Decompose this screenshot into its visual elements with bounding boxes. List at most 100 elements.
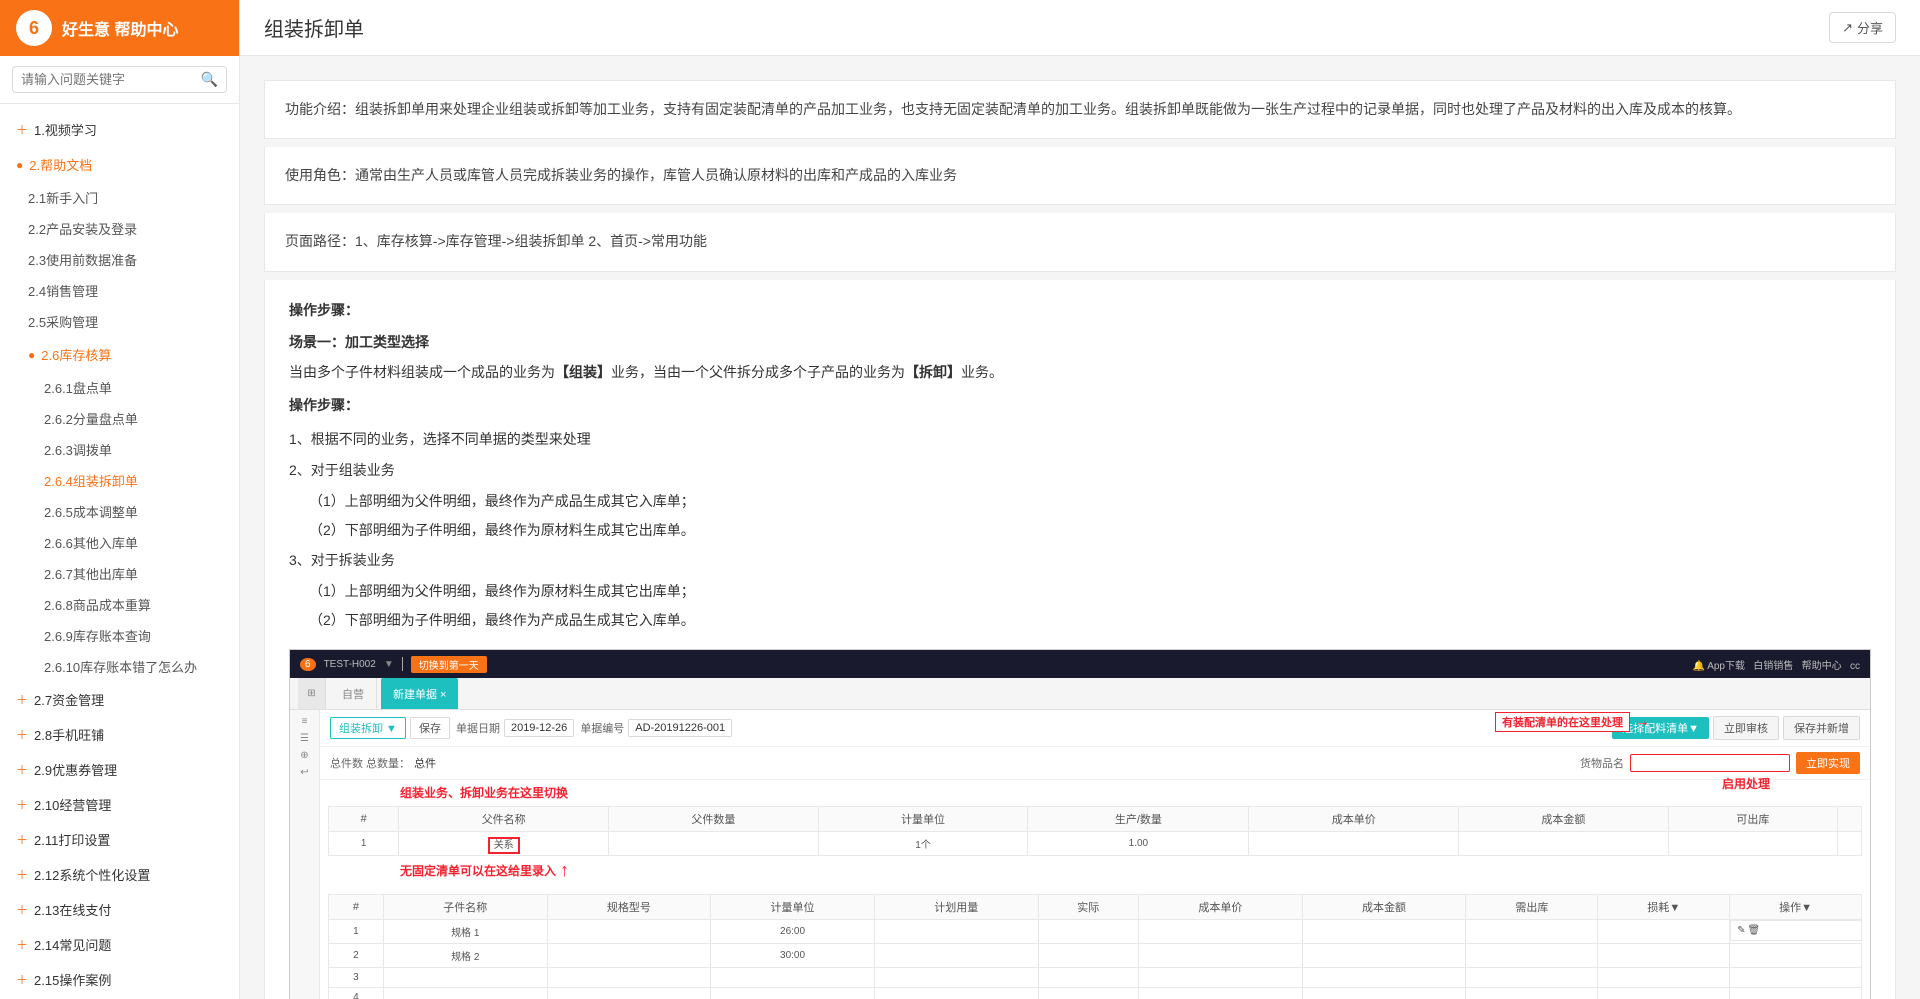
sidebar-item-video[interactable]: ＋ 1.视频学习 — [0, 112, 239, 147]
lower-table: # 子件名称 规格型号 计量单位 计划用量 实际 成本单价 成本金额 需出库 — [328, 894, 1862, 999]
mock-left-icon-2[interactable]: ☰ — [300, 733, 309, 744]
mock-other-btn[interactable]: 保存并新增 — [1783, 716, 1860, 740]
sidebar-item-2-9[interactable]: ＋ 2.9优惠券管理 — [0, 752, 239, 787]
step-2-sub-2: （2）下部明细为子件明细，最终作为原材料生成其它出库单。 — [309, 518, 1871, 543]
minus-icon-2-6: ● — [28, 348, 35, 362]
nav-path-section: 页面路径：1、库存核算->库存管理->组装拆卸单 2、首页->常用功能 — [264, 213, 1896, 271]
lower-row1-edit[interactable]: ✎ — [1737, 925, 1745, 936]
mock-tab-home[interactable]: 自营 — [330, 678, 377, 709]
upper-cell-cost-price — [1249, 832, 1459, 856]
search-input[interactable] — [21, 72, 201, 87]
lower-th-need-out: 需出库 — [1466, 895, 1598, 920]
mock-search-btn[interactable]: 立即实现 — [1796, 752, 1860, 774]
plus-icon-2-14: ＋ — [16, 936, 28, 953]
sidebar-item-2-15[interactable]: ＋ 2.15操作案例 — [0, 962, 239, 997]
upper-row-1: 1 关系 1个 1.00 — [329, 832, 1862, 856]
mock-date-value[interactable]: 2019-12-26 — [504, 719, 574, 737]
mock-bill-label: 单据编号 — [580, 720, 624, 736]
sidebar-item-2-4[interactable]: 2.4销售管理 — [0, 275, 239, 306]
sidebar-item-2-3[interactable]: 2.3使用前数据准备 — [0, 244, 239, 275]
sidebar-item-2-6[interactable]: ● 2.6库存核算 — [0, 337, 239, 372]
lower-th-spec: 规格型号 — [547, 895, 711, 920]
sidebar-item-docs[interactable]: ● 2.帮助文档 — [0, 147, 239, 182]
sidebar-item-2-8[interactable]: ＋ 2.8手机旺铺 — [0, 717, 239, 752]
sidebar-item-docs-label: 2.帮助文档 — [29, 155, 92, 174]
lower-th-plan-qty: 计划用量 — [874, 895, 1038, 920]
sidebar-item-2-1[interactable]: 2.1新手入门 — [0, 182, 239, 213]
sidebar-item-2-6-7[interactable]: 2.6.7其他出库单 — [0, 558, 239, 589]
mock-topbar-test: TEST-H002 — [324, 659, 376, 670]
step-2: 2、对于组装业务 — [289, 458, 1871, 483]
sidebar-item-2-12[interactable]: ＋ 2.12系统个性化设置 — [0, 857, 239, 892]
mock-type-toggle[interactable]: 组装拆卸 ▼ — [330, 717, 406, 739]
share-button[interactable]: ↗ 分享 — [1829, 12, 1896, 43]
upper-cell-can-out — [1668, 832, 1837, 856]
mock-search-hint: 货物品名 — [1580, 755, 1624, 771]
upper-cell-cost-amount — [1459, 832, 1669, 856]
mock-search-input[interactable] — [1630, 754, 1790, 772]
upper-cell-num: 1 — [329, 832, 399, 856]
upper-cell-parent-qty — [609, 832, 819, 856]
plus-icon-2-11: ＋ — [16, 831, 28, 848]
sidebar-item-2-6-8[interactable]: 2.6.8商品成本重算 — [0, 589, 239, 620]
annotation-no-bom: 无固定清单可以在这给里录入 — [400, 864, 556, 878]
upper-th-can-out: 可出库 — [1668, 807, 1837, 832]
lower-row-2: 2规格 230:00 — [329, 944, 1862, 968]
mock-tab-new[interactable]: 新建单据 × — [381, 678, 458, 709]
plus-icon: ＋ — [16, 121, 28, 138]
share-icon: ↗ — [1842, 20, 1853, 36]
sidebar-item-2-12-label: 2.12系统个性化设置 — [34, 865, 150, 884]
sidebar-item-2-10[interactable]: ＋ 2.10经营管理 — [0, 787, 239, 822]
scene1-desc: 当由多个子件材料组装成一个成品的业务为【组装】业务，当由一个父件拆分成多个子产品… — [289, 360, 1871, 385]
page-title: 组装拆卸单 — [264, 13, 364, 42]
sidebar-item-2-6-3[interactable]: 2.6.3调拨单 — [0, 434, 239, 465]
plus-icon-2-13: ＋ — [16, 901, 28, 918]
upper-th-num: # — [329, 807, 399, 832]
sidebar-item-2-13[interactable]: ＋ 2.13在线支付 — [0, 892, 239, 927]
sidebar-item-2-2[interactable]: 2.2产品安装及登录 — [0, 213, 239, 244]
sidebar-item-2-6-9[interactable]: 2.6.9库存账本查询 — [0, 620, 239, 651]
sidebar-item-2-6-10[interactable]: 2.6.10库存账本错了怎么办 — [0, 651, 239, 682]
sidebar-item-2-14[interactable]: ＋ 2.14常见问题 — [0, 927, 239, 962]
lower-th-cost-amount: 成本金额 — [1302, 895, 1466, 920]
annotation-bom-notice: 有装配清单的在这里处理 — [1495, 712, 1630, 732]
step-3-sub-1: （1）上部明细为父件明细，最终作为原材料生成其它出库单； — [309, 579, 1871, 604]
lower-row1-del[interactable]: 🗑 — [1748, 925, 1761, 936]
sidebar-header: 6 好生意 帮助中心 — [0, 0, 239, 56]
mock-left-icon-1[interactable]: ≡ — [302, 716, 308, 727]
sidebar-item-2-7[interactable]: ＋ 2.7资金管理 — [0, 682, 239, 717]
step-2-sub-1: （1）上部明细为父件明细，最终作为产成品生成其它入库单； — [309, 489, 1871, 514]
sidebar-item-2-13-label: 2.13在线支付 — [34, 900, 111, 919]
mock-bill-value[interactable]: AD-20191226-001 — [628, 719, 732, 737]
sidebar-item-2-6-1[interactable]: 2.6.1盘点单 — [0, 372, 239, 403]
plus-icon-2-15: ＋ — [16, 971, 28, 988]
sidebar-item-2-6-5[interactable]: 2.6.5成本调整单 — [0, 496, 239, 527]
step-3: 3、对于拆装业务 — [289, 548, 1871, 573]
sidebar-item-2-6-2[interactable]: 2.6.2分量盘点单 — [0, 403, 239, 434]
plus-icon-2-9: ＋ — [16, 761, 28, 778]
mock-count-label: 总件数 总数量： — [330, 755, 410, 771]
user-role-section: 使用角色：通常由生产人员或库管人员完成拆装业务的操作，库管人员确认原材料的出库和… — [264, 147, 1896, 205]
mock-left-icon-4[interactable]: ↩ — [300, 767, 308, 778]
step-3-sub-2: （2）下部明细为子件明细，最终作为产成品生成其它入库单。 — [309, 608, 1871, 633]
mock-left-icon-3[interactable]: ⊕ — [300, 750, 308, 761]
annotation-apply: 启用处理 — [1722, 777, 1770, 791]
mock-save-btn[interactable]: 保存 — [410, 717, 450, 739]
mock-confirm-btn[interactable]: 立即审核 — [1713, 716, 1779, 740]
feature-description-section: 功能介绍：组装拆卸单用来处理企业组装或拆卸等加工业务，支持有固定装配清单的产品加… — [264, 80, 1896, 139]
upper-cell-unit: 1个 — [818, 832, 1028, 856]
lower-th-unit: 计量单位 — [711, 895, 875, 920]
sidebar-item-2-5[interactable]: 2.5采购管理 — [0, 306, 239, 337]
sidebar-item-2-9-label: 2.9优惠券管理 — [34, 760, 117, 779]
sidebar-item-2-11[interactable]: ＋ 2.11打印设置 — [0, 822, 239, 857]
upper-table: # 父件名称 父件数量 计量单位 生产/数量 成本单价 成本金额 可出库 — [328, 806, 1862, 856]
mock-topbar-btn: 切换到第一天 — [411, 656, 487, 673]
search-button[interactable]: 🔍 — [201, 71, 218, 88]
sidebar-item-2-14-label: 2.14常见问题 — [34, 935, 111, 954]
sidebar-item-video-label: 1.视频学习 — [34, 120, 97, 139]
sidebar-item-2-6-4[interactable]: 2.6.4组装拆卸单 — [0, 465, 239, 496]
upper-cell-prod-qty: 1.00 — [1028, 832, 1249, 856]
plus-icon-2-10: ＋ — [16, 796, 28, 813]
op-steps-title: 操作步骤： — [289, 300, 1871, 320]
sidebar-item-2-6-6[interactable]: 2.6.6其他入库单 — [0, 527, 239, 558]
